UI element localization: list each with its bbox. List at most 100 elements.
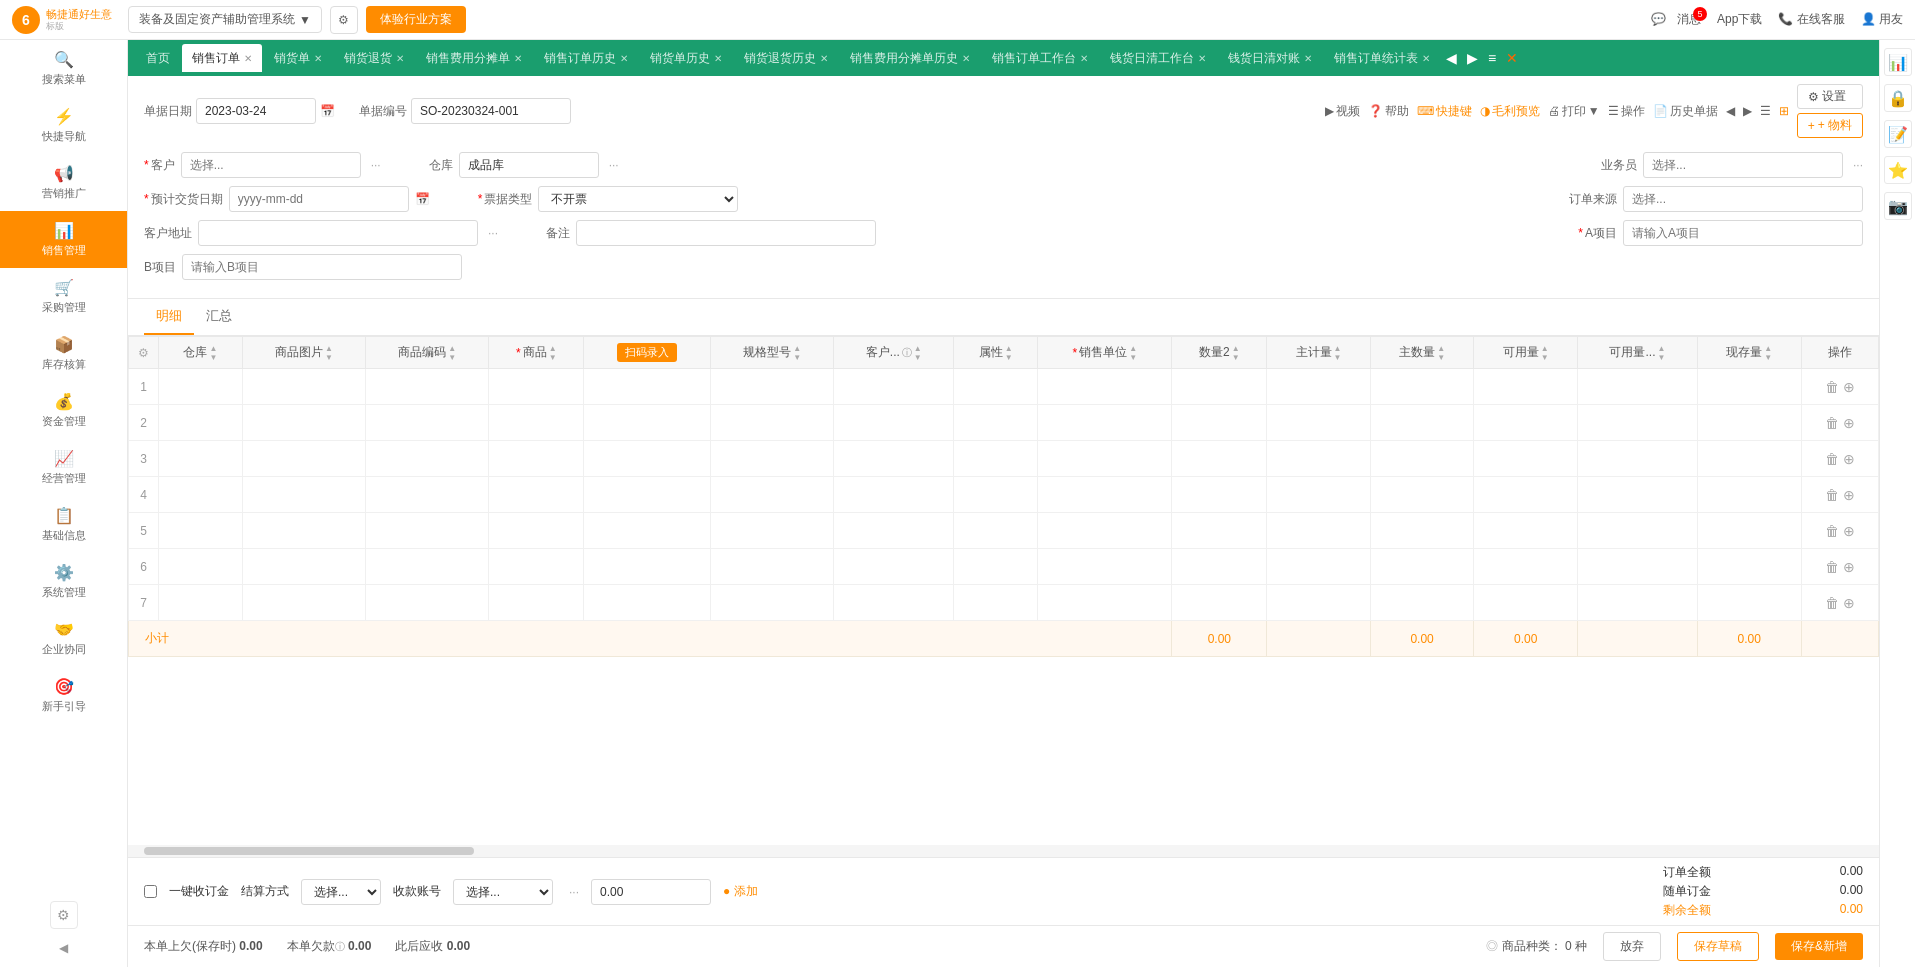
tab-close-all-btn[interactable]: ✕ bbox=[1502, 50, 1522, 66]
right-panel-lock-icon[interactable]: 🔒 bbox=[1884, 84, 1912, 112]
row-copy-icon[interactable]: ⊕ bbox=[1843, 595, 1855, 611]
order-source-input[interactable] bbox=[1623, 186, 1863, 212]
tab-sales-expense-history[interactable]: 销售费用分摊单历史 ✕ bbox=[840, 44, 980, 72]
add-material-button[interactable]: + + 物料 bbox=[1797, 113, 1863, 138]
tab-sales-workbench[interactable]: 销售订单工作台 ✕ bbox=[982, 44, 1098, 72]
print-icon[interactable]: 🖨 打印 ▼ bbox=[1548, 103, 1600, 120]
tab-sales-return-history[interactable]: 销货退货历史 ✕ bbox=[734, 44, 838, 72]
delivery-input[interactable] bbox=[229, 186, 409, 212]
col-property[interactable]: 属性▲▼ bbox=[954, 337, 1038, 369]
profit-icon[interactable]: ◑ 毛利预览 bbox=[1480, 103, 1540, 120]
sidebar-item-sales[interactable]: 📊 销售管理 bbox=[0, 211, 127, 268]
row-copy-icon[interactable]: ⊕ bbox=[1843, 415, 1855, 431]
shortcut-icon[interactable]: ⌨ 快捷键 bbox=[1417, 103, 1472, 120]
online-service-link[interactable]: 📞 在线客服 bbox=[1778, 11, 1844, 28]
tab-sales-return[interactable]: 销货退货 ✕ bbox=[334, 44, 414, 72]
tab-sales-delivery[interactable]: 销货单 ✕ bbox=[264, 44, 332, 72]
col-main-unit[interactable]: 主计量▲▼ bbox=[1267, 337, 1371, 369]
scan-button[interactable]: 扫码录入 bbox=[617, 343, 677, 362]
col-stock[interactable]: 现存量▲▼ bbox=[1697, 337, 1801, 369]
row-delete-icon[interactable]: 🗑 bbox=[1825, 487, 1839, 503]
message-badge[interactable]: 💬 5 消息 bbox=[1651, 11, 1701, 28]
save-draft-button[interactable]: 保存草稿 bbox=[1677, 932, 1759, 961]
sidebar-item-guide[interactable]: 🎯 新手引导 bbox=[0, 667, 127, 724]
row-copy-icon[interactable]: ⊕ bbox=[1843, 451, 1855, 467]
row-delete-icon[interactable]: 🗑 bbox=[1825, 415, 1839, 431]
tab-close-icon[interactable]: ✕ bbox=[514, 53, 522, 64]
sidebar-item-marketing[interactable]: 📢 营销推广 bbox=[0, 154, 127, 211]
col-customer-code[interactable]: 客户...ⓘ▲▼ bbox=[834, 337, 954, 369]
tab-close-icon[interactable]: ✕ bbox=[314, 53, 322, 64]
discard-button[interactable]: 放弃 bbox=[1603, 932, 1661, 961]
bank-more-icon[interactable]: ··· bbox=[569, 885, 579, 899]
system-settings-icon[interactable]: ⚙ bbox=[330, 6, 358, 34]
tab-sales-statistics[interactable]: 销售订单统计表 ✕ bbox=[1324, 44, 1440, 72]
col-product-code[interactable]: 商品编码▲▼ bbox=[366, 337, 489, 369]
add-payment-link[interactable]: ● 添加 bbox=[723, 883, 758, 900]
calendar-icon[interactable]: 📅 bbox=[320, 104, 335, 118]
remarks-input[interactable] bbox=[576, 220, 876, 246]
operation-icon[interactable]: ☰ 操作 bbox=[1608, 103, 1645, 120]
col-product[interactable]: *商品▲▼ bbox=[489, 337, 584, 369]
trial-button[interactable]: 体验行业方案 bbox=[366, 6, 466, 33]
bproject-input[interactable] bbox=[182, 254, 462, 280]
tab-daily-workbench[interactable]: 钱货日清工作台 ✕ bbox=[1100, 44, 1216, 72]
setting-button[interactable]: ⚙ 设置 bbox=[1797, 84, 1863, 109]
save-new-button[interactable]: 保存&新增 bbox=[1775, 933, 1863, 960]
row-delete-icon[interactable]: 🗑 bbox=[1825, 451, 1839, 467]
tab-detail[interactable]: 明细 bbox=[144, 299, 194, 335]
sidebar-item-collab[interactable]: 🤝 企业协同 bbox=[0, 610, 127, 667]
doc-date-input[interactable] bbox=[196, 98, 316, 124]
warehouse-more-icon[interactable]: ··· bbox=[609, 158, 619, 172]
delivery-calendar-icon[interactable]: 📅 bbox=[415, 192, 430, 206]
address-more-icon[interactable]: ··· bbox=[488, 226, 498, 240]
user-avatar[interactable]: 👤 用友 bbox=[1861, 11, 1903, 28]
row-delete-icon[interactable]: 🗑 bbox=[1825, 379, 1839, 395]
warehouse-input[interactable] bbox=[459, 152, 599, 178]
invoice-select[interactable]: 不开票 增值税普通发票 增值税专用发票 bbox=[538, 186, 738, 212]
tab-next-btn[interactable]: ▶ bbox=[1463, 50, 1482, 66]
right-panel-camera-icon[interactable]: 📷 bbox=[1884, 192, 1912, 220]
doc-number-input[interactable] bbox=[411, 98, 571, 124]
one-click-deposit-checkbox[interactable] bbox=[144, 885, 157, 898]
tab-close-icon[interactable]: ✕ bbox=[1304, 53, 1312, 64]
col-main-qty[interactable]: 主数量▲▼ bbox=[1370, 337, 1474, 369]
col-available2[interactable]: 可用量...▲▼ bbox=[1577, 337, 1697, 369]
grid-view-icon[interactable]: ⊞ bbox=[1779, 104, 1789, 118]
tab-sales-delivery-history[interactable]: 销货单历史 ✕ bbox=[640, 44, 732, 72]
settlement-select[interactable]: 选择... bbox=[301, 879, 381, 905]
right-panel-chart-icon[interactable]: 📊 bbox=[1884, 48, 1912, 76]
nav-prev-icon[interactable]: ◀ bbox=[1726, 104, 1735, 118]
row-copy-icon[interactable]: ⊕ bbox=[1843, 487, 1855, 503]
col-settings[interactable]: ⚙ bbox=[129, 337, 159, 369]
row-delete-icon[interactable]: 🗑 bbox=[1825, 523, 1839, 539]
tab-prev-btn[interactable]: ◀ bbox=[1442, 50, 1461, 66]
sidebar-item-basic[interactable]: 📋 基础信息 bbox=[0, 496, 127, 553]
nav-next-icon[interactable]: ▶ bbox=[1743, 104, 1752, 118]
tab-close-icon[interactable]: ✕ bbox=[396, 53, 404, 64]
table-scroll-area[interactable]: ⚙ 仓库▲▼ 商品图片▲▼ 商品编码▲▼ bbox=[128, 336, 1879, 845]
col-scan[interactable]: 扫码录入 bbox=[584, 337, 711, 369]
deposit-amount-input[interactable] bbox=[591, 879, 711, 905]
col-qty2[interactable]: 数量2▲▼ bbox=[1172, 337, 1267, 369]
tab-summary[interactable]: 汇总 bbox=[194, 299, 244, 335]
tab-close-icon[interactable]: ✕ bbox=[962, 53, 970, 64]
tab-close-icon[interactable]: ✕ bbox=[244, 53, 252, 64]
col-gear-icon[interactable]: ⚙ bbox=[138, 346, 149, 360]
sidebar-item-purchase[interactable]: 🛒 采购管理 bbox=[0, 268, 127, 325]
tab-more-btn[interactable]: ≡ bbox=[1484, 50, 1500, 66]
staff-more-icon[interactable]: ··· bbox=[1853, 158, 1863, 172]
sidebar-item-search[interactable]: 🔍 搜索菜单 bbox=[0, 40, 127, 97]
tab-close-icon[interactable]: ✕ bbox=[1080, 53, 1088, 64]
sidebar-item-system[interactable]: ⚙️ 系统管理 bbox=[0, 553, 127, 610]
row-copy-icon[interactable]: ⊕ bbox=[1843, 559, 1855, 575]
sidebar-expand-btn[interactable]: ◀ bbox=[55, 937, 72, 959]
sidebar-item-finance[interactable]: 💰 资金管理 bbox=[0, 382, 127, 439]
row-delete-icon[interactable]: 🗑 bbox=[1825, 595, 1839, 611]
tab-daily-reconcile[interactable]: 钱货日清对账 ✕ bbox=[1218, 44, 1322, 72]
history-icon[interactable]: 📄 历史单据 bbox=[1653, 103, 1718, 120]
tab-sales-order-history[interactable]: 销售订单历史 ✕ bbox=[534, 44, 638, 72]
col-sales-unit[interactable]: *销售单位▲▼ bbox=[1038, 337, 1172, 369]
right-panel-note-icon[interactable]: 📝 bbox=[1884, 120, 1912, 148]
col-warehouse[interactable]: 仓库▲▼ bbox=[159, 337, 243, 369]
